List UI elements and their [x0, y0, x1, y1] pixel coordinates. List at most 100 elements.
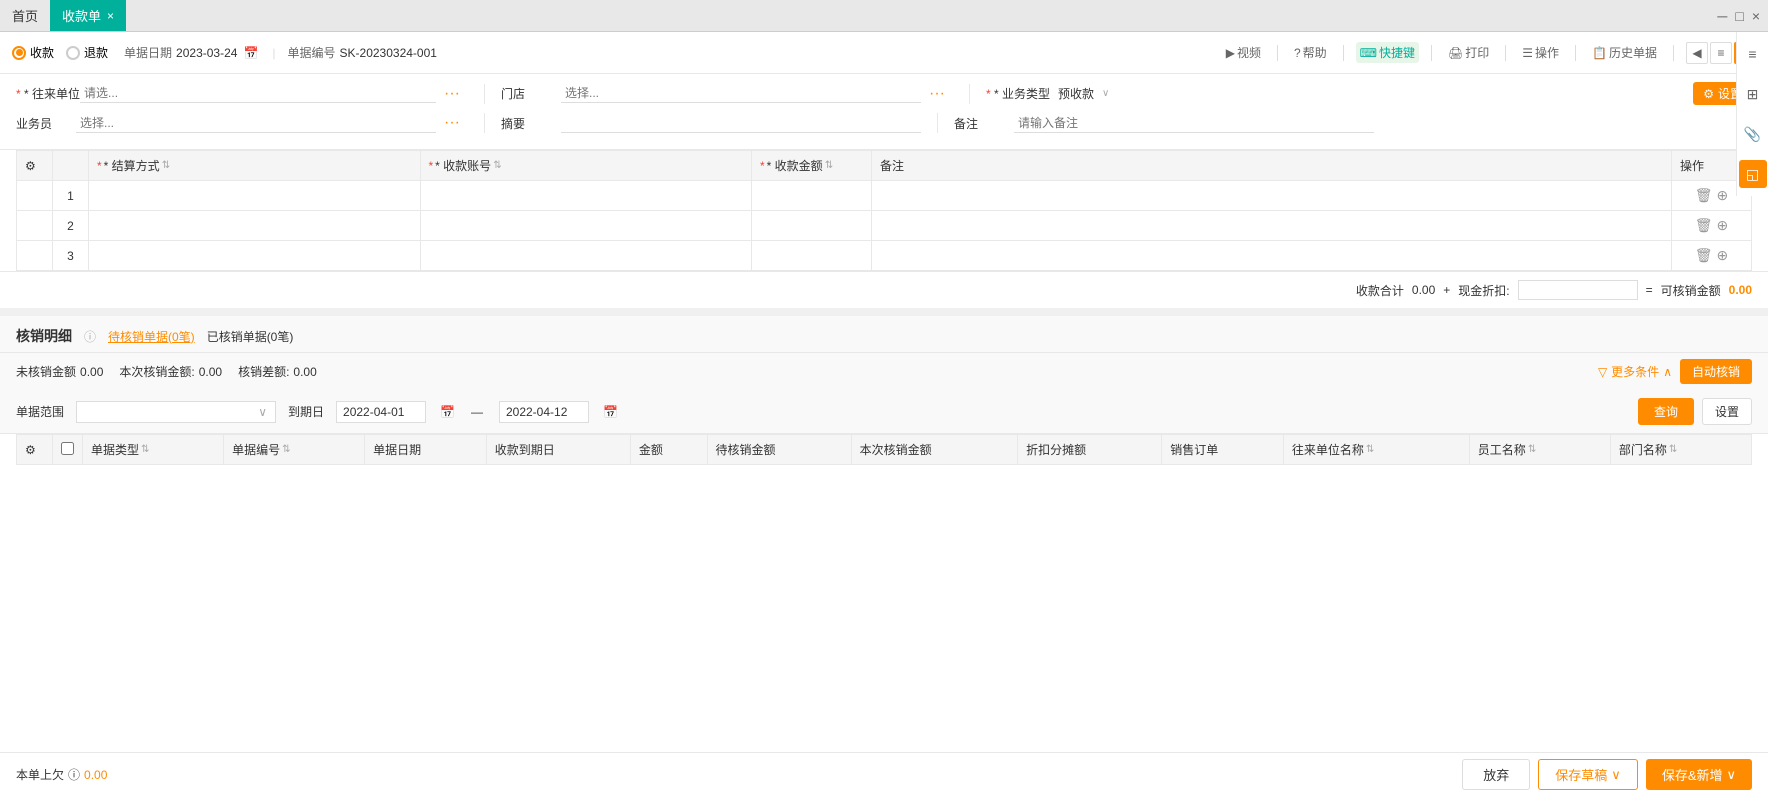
counterpart-input[interactable] [80, 84, 436, 103]
close-icon[interactable]: × [1752, 8, 1760, 24]
row1-account[interactable] [420, 181, 752, 211]
date-from-input[interactable] [336, 401, 426, 423]
right-panel-icon-1[interactable]: ≡ [1739, 40, 1767, 68]
col-payment-method-header[interactable]: ** 结算方式⇅ [89, 151, 421, 181]
row2-payment[interactable] [89, 211, 421, 241]
bottom-col-doc-type[interactable]: 单据类型⇅ [83, 435, 224, 465]
row3-amount[interactable] [752, 241, 872, 271]
row3-actions: 🗑 ⊕ [1672, 241, 1752, 271]
video-btn[interactable]: ▶ 视频 [1222, 42, 1265, 63]
bottom-order-info-icon[interactable]: ⓘ [68, 766, 80, 783]
diff-stat: 核销差额: 0.00 [238, 363, 317, 380]
table-section: ⚙ ** 结算方式⇅ ** 收款账号⇅ ** 收款金额⇅ 备注 [0, 150, 1768, 271]
bottom-col-staff[interactable]: 员工名称⇅ [1469, 435, 1610, 465]
stats-right: ▽ 更多条件 ∧ 自动核销 [1598, 359, 1752, 384]
bottom-col-counterpart[interactable]: 往来单位名称⇅ [1283, 435, 1469, 465]
save-draft-btn[interactable]: 保存草稿 ∨ [1538, 759, 1638, 790]
list-view-icon[interactable]: ≡ [1710, 42, 1732, 64]
video-icon: ▶ [1226, 46, 1235, 60]
row2-copy-icon[interactable]: ⊕ [1717, 217, 1729, 234]
summary-row: 收款合计 0.00 + 现金折扣: = 可核销金额 0.00 [0, 271, 1768, 308]
staff-field: 业务员 [16, 114, 436, 133]
done-tab[interactable]: 已核销单据(0笔) [207, 328, 294, 345]
bottom-col-checkbox[interactable] [53, 435, 83, 465]
range-select[interactable]: ∨ [76, 401, 276, 423]
select-all-checkbox[interactable] [61, 442, 74, 455]
col-amount-header[interactable]: ** 收款金额⇅ [752, 151, 872, 181]
tab-close-icon[interactable]: × [107, 9, 114, 23]
query-btn[interactable]: 查询 [1638, 398, 1694, 425]
operation-btn[interactable]: ☰ 操作 [1518, 42, 1563, 63]
row2-delete-icon[interactable]: 🗑 [1695, 217, 1713, 234]
info-icon[interactable]: ⓘ [84, 328, 96, 345]
row1-remark[interactable] [872, 181, 1672, 211]
filter-settings-btn[interactable]: 设置 [1702, 398, 1752, 425]
total-label: 收款合计 [1356, 282, 1404, 299]
shortcut-btn[interactable]: ⌨ 快捷键 [1356, 42, 1419, 63]
available-value: 0.00 [1729, 283, 1752, 297]
row2-amount[interactable] [752, 211, 872, 241]
tab-home[interactable]: 首页 [0, 0, 50, 31]
row1-amount[interactable] [752, 181, 872, 211]
row3-payment[interactable] [89, 241, 421, 271]
maximize-icon[interactable]: □ [1735, 8, 1743, 24]
calendar-icon[interactable]: 📅 [243, 46, 258, 60]
tab-receipt[interactable]: 收款单 × [50, 0, 126, 31]
col-account-header[interactable]: ** 收款账号⇅ [420, 151, 752, 181]
discount-input[interactable] [1518, 280, 1638, 300]
row1-copy-icon[interactable]: ⊕ [1717, 187, 1729, 204]
staff-input[interactable] [76, 114, 436, 133]
row3-delete-icon[interactable]: 🗑 [1695, 247, 1713, 264]
pending-tab[interactable]: 待核销单据(0笔) [108, 328, 195, 345]
date-from-icon[interactable]: 📅 [440, 405, 455, 419]
bottom-col-settings[interactable]: ⚙ [17, 435, 53, 465]
date-to-icon[interactable]: 📅 [603, 405, 618, 419]
business-type-arrow[interactable]: ∨ [1102, 88, 1109, 99]
remark-input[interactable] [1014, 114, 1374, 133]
help-btn[interactable]: ? 帮助 [1290, 42, 1331, 63]
row3-account[interactable] [420, 241, 752, 271]
bottom-col-receipt-date[interactable]: 收款到期日 [486, 435, 630, 465]
summary-input[interactable] [561, 114, 921, 133]
counterpart-more-btn[interactable]: ··· [444, 85, 460, 103]
bottom-col-amount[interactable]: 金额 [630, 435, 707, 465]
radio-refund[interactable]: 退款 [66, 44, 108, 61]
bottom-col-sales-order[interactable]: 销售订单 [1162, 435, 1284, 465]
right-panel-icon-2[interactable]: ⊞ [1739, 80, 1767, 108]
bottom-col-pending[interactable]: 待核销金额 [707, 435, 851, 465]
row1-delete-icon[interactable]: 🗑 [1695, 187, 1713, 204]
date-to-input[interactable] [499, 401, 589, 423]
row1-payment[interactable] [89, 181, 421, 211]
bottom-col-discount[interactable]: 折扣分摊额 [1018, 435, 1162, 465]
prev-icon[interactable]: ◀ [1686, 42, 1708, 64]
save-new-chevron[interactable]: ∨ [1726, 767, 1736, 783]
history-btn[interactable]: 📋 历史单据 [1588, 42, 1661, 63]
row3-remark[interactable] [872, 241, 1672, 271]
more-conditions-btn[interactable]: ▽ 更多条件 ∧ [1598, 363, 1672, 380]
col-settings-header[interactable]: ⚙ [17, 151, 53, 181]
save-draft-chevron[interactable]: ∨ [1611, 767, 1621, 783]
bottom-col-doc-no[interactable]: 单据编号⇅ [224, 435, 365, 465]
abandon-btn[interactable]: 放弃 [1462, 759, 1530, 790]
store-field: 门店 [501, 84, 921, 103]
radio-receipt[interactable]: 收款 [12, 44, 54, 61]
toolbar: 收款 退款 单据日期 2023-03-24 📅 | 单据编号 SK-202303… [0, 32, 1768, 74]
bottom-col-dept[interactable]: 部门名称⇅ [1610, 435, 1751, 465]
table-row: 3 🗑 ⊕ [17, 241, 1752, 271]
store-input[interactable] [561, 84, 921, 103]
staff-more-btn[interactable]: ··· [444, 114, 460, 132]
auto-verification-btn[interactable]: 自动核销 [1680, 359, 1752, 384]
row2-remark[interactable] [872, 211, 1672, 241]
row3-copy-icon[interactable]: ⊕ [1717, 247, 1729, 264]
row2-account[interactable] [420, 211, 752, 241]
bottom-col-current[interactable]: 本次核销金额 [851, 435, 1018, 465]
save-new-btn[interactable]: 保存&新增 ∨ [1646, 759, 1752, 790]
store-more-btn[interactable]: ··· [929, 85, 945, 103]
right-panel-icon-4[interactable]: ◱ [1739, 160, 1767, 188]
print-btn[interactable]: 🖨 打印 [1444, 42, 1493, 63]
filter-row: 单据范围 ∨ 到期日 📅 — 📅 查询 设置 [0, 390, 1768, 434]
right-panel-icon-3[interactable]: 📎 [1739, 120, 1767, 148]
bottom-col-doc-date[interactable]: 单据日期 [365, 435, 487, 465]
section-title: 核销明细 [16, 326, 72, 346]
minimize-icon[interactable]: ─ [1717, 8, 1727, 24]
